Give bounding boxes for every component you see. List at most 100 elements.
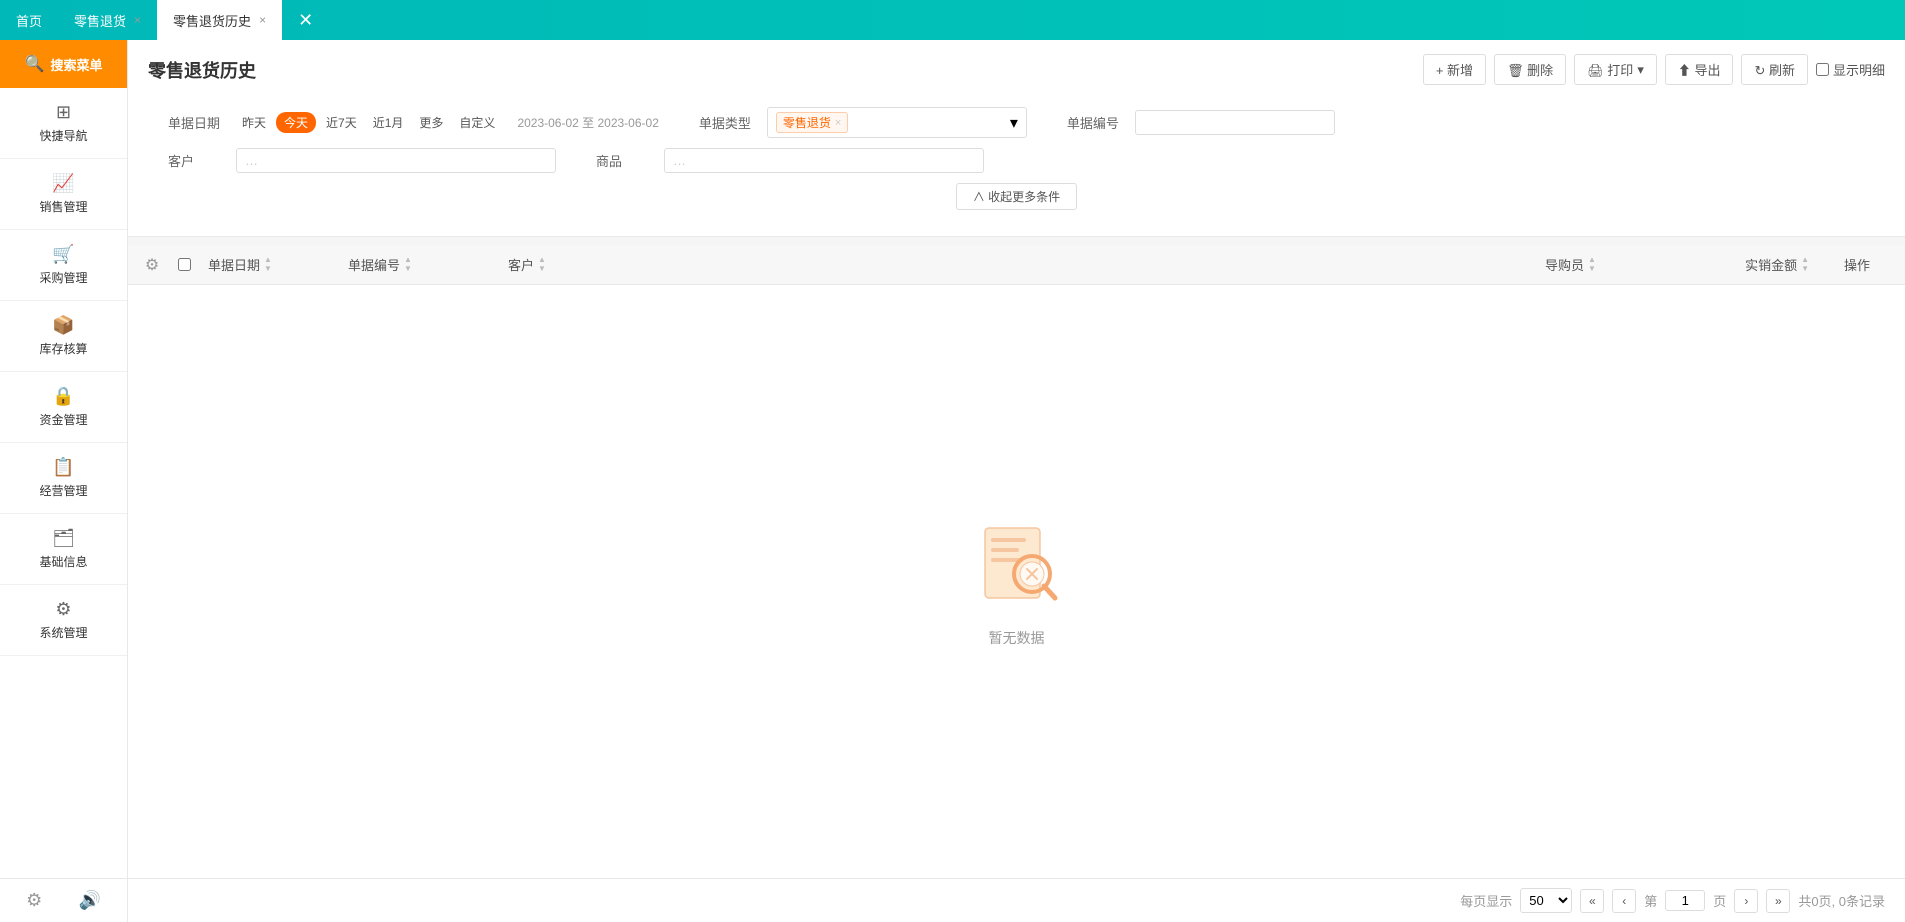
empty-illustration xyxy=(967,516,1067,616)
th-customer[interactable]: 客户 ▲ ▼ xyxy=(500,255,1537,274)
customer-filter-label: 客户 xyxy=(168,151,228,170)
th-date[interactable]: 单据日期 ▲ ▼ xyxy=(200,255,340,274)
date-btn-yesterday[interactable]: 昨天 xyxy=(236,112,272,133)
tab-retail-return[interactable]: 零售退货 × xyxy=(58,0,157,40)
main-layout: 🔍 搜索菜单 ⊞ 快捷导航 📈 销售管理 🛒 采购管理 📦 库存核算 🔒 xyxy=(0,40,1905,922)
type-filter-tags: 零售退货 × xyxy=(776,112,848,133)
delete-button[interactable]: 🗑 删除 xyxy=(1494,54,1566,85)
tab-retail-return-history-close[interactable]: × xyxy=(259,14,266,26)
th-op-label: 操作 xyxy=(1844,255,1870,274)
finance-icon: 🔒 xyxy=(52,386,74,407)
sidebar-item-finance[interactable]: 🔒 资金管理 xyxy=(0,372,127,443)
amount-sort-desc-icon: ▼ xyxy=(1801,265,1809,273)
first-page-button[interactable]: « xyxy=(1580,889,1604,913)
volume-bottom-icon[interactable]: 🔊 xyxy=(78,890,100,911)
last-page-icon: » xyxy=(1775,894,1782,908)
page-number-input[interactable] xyxy=(1665,890,1705,911)
tab-home-label: 首页 xyxy=(16,11,42,30)
print-button[interactable]: 🖨 打印 ▾ xyxy=(1574,54,1657,85)
date-filter-label: 单据日期 xyxy=(168,113,228,132)
settings-bottom-icon[interactable]: ⚙ xyxy=(26,890,42,911)
content-area: 零售退货历史 + 新增 🗑 删除 🖨 打印 ▾ ⬆ 导出 ↻ 刷新 显示明细 xyxy=(128,40,1905,922)
export-label: ⬆ 导出 xyxy=(1678,60,1721,79)
pagination-bar: 每页显示 10 20 50 100 « ‹ 第 页 › » 共0页, 0条记录 xyxy=(128,878,1905,922)
th-customer-label: 客户 xyxy=(508,255,534,274)
th-number[interactable]: 单据编号 ▲ ▼ xyxy=(340,255,500,274)
sidebar-item-purchase-mgmt[interactable]: 🛒 采购管理 xyxy=(0,230,127,301)
number-filter-label: 单据编号 xyxy=(1067,113,1127,132)
sidebar-search-button[interactable]: 🔍 搜索菜单 xyxy=(0,40,127,88)
prev-page-button[interactable]: ‹ xyxy=(1612,889,1636,913)
filter-area: 单据日期 昨天 今天 近7天 近1月 更多 自定义 2023-06-02 至 2… xyxy=(148,97,1885,236)
sidebar-item-basic-info[interactable]: 🗂 基础信息 xyxy=(0,514,127,585)
page-title-row: 零售退货历史 + 新增 🗑 删除 🖨 打印 ▾ ⬆ 导出 ↻ 刷新 显示明细 xyxy=(148,54,1885,85)
last-page-button[interactable]: » xyxy=(1766,889,1790,913)
goods-placeholder: … xyxy=(673,153,686,168)
tab-bar: 首页 零售退货 × 零售退货历史 × ✕ xyxy=(0,0,1905,40)
customer-filter-input[interactable]: … xyxy=(236,148,556,173)
type-tag-label: 零售退货 xyxy=(783,114,831,131)
type-tag-retail-return: 零售退货 × xyxy=(776,112,848,133)
th-amount[interactable]: 实销金额 ▲ ▼ xyxy=(1697,255,1817,274)
sidebar: 🔍 搜索菜单 ⊞ 快捷导航 📈 销售管理 🛒 采购管理 📦 库存核算 🔒 xyxy=(0,40,128,922)
print-label: 🖨 打印 xyxy=(1587,60,1633,79)
date-btn-more[interactable]: 更多 xyxy=(413,112,449,133)
sidebar-search-label: 搜索菜单 xyxy=(50,55,102,74)
export-button[interactable]: ⬆ 导出 xyxy=(1665,54,1734,85)
goods-filter-input[interactable]: … xyxy=(664,148,984,173)
sidebar-item-quick-nav[interactable]: ⊞ 快捷导航 xyxy=(0,88,127,159)
table-settings-icon[interactable]: ⚙ xyxy=(136,255,168,275)
next-page-icon: › xyxy=(1744,894,1748,908)
table-container: ⚙ 单据日期 ▲ ▼ 单据编号 ▲ ▼ xyxy=(128,245,1905,878)
sidebar-item-inventory[interactable]: 📦 库存核算 xyxy=(0,301,127,372)
empty-text: 暂无数据 xyxy=(989,628,1045,648)
sales-icon: 📈 xyxy=(52,173,74,194)
tab-retail-return-history[interactable]: 零售退货历史 × xyxy=(157,0,282,40)
date-btn-1month[interactable]: 近1月 xyxy=(367,112,410,133)
sidebar-item-sales-mgmt[interactable]: 📈 销售管理 xyxy=(0,159,127,230)
date-btn-today[interactable]: 今天 xyxy=(276,112,316,133)
business-icon: 📋 xyxy=(52,457,74,478)
close-all-tabs[interactable]: ✕ xyxy=(282,10,329,31)
type-tag-close[interactable]: × xyxy=(835,117,841,129)
show-details-checkbox-input[interactable] xyxy=(1816,63,1829,76)
select-all-checkbox[interactable] xyxy=(178,258,191,271)
amount-sort-icons: ▲ ▼ xyxy=(1801,256,1809,273)
next-page-button[interactable]: › xyxy=(1734,889,1758,913)
th-op: 操作 xyxy=(1817,255,1897,274)
sidebar-item-basic-info-label: 基础信息 xyxy=(39,553,87,570)
number-filter-input[interactable] xyxy=(1135,110,1335,135)
type-filter-label: 单据类型 xyxy=(699,113,759,132)
table-select-all[interactable] xyxy=(168,258,200,271)
guide-sort-asc-icon: ▲ xyxy=(1588,256,1596,264)
sidebar-item-inventory-label: 库存核算 xyxy=(39,340,87,357)
page-actions: + 新增 🗑 删除 🖨 打印 ▾ ⬆ 导出 ↻ 刷新 显示明细 xyxy=(1423,54,1885,85)
sidebar-item-finance-label: 资金管理 xyxy=(39,411,87,428)
page-header: 零售退货历史 + 新增 🗑 删除 🖨 打印 ▾ ⬆ 导出 ↻ 刷新 显示明细 xyxy=(128,40,1905,237)
date-sort-desc-icon: ▼ xyxy=(264,265,272,273)
quick-nav-icon: ⊞ xyxy=(56,102,71,123)
print-chevron-icon: ▾ xyxy=(1637,62,1644,78)
per-page-select[interactable]: 10 20 50 100 xyxy=(1520,888,1572,913)
date-range-text: 2023-06-02 至 2023-06-02 xyxy=(517,114,658,131)
customer-placeholder: … xyxy=(245,153,258,168)
guide-sort-desc-icon: ▼ xyxy=(1588,265,1596,273)
th-guide[interactable]: 导购员 ▲ ▼ xyxy=(1537,255,1697,274)
refresh-button[interactable]: ↻ 刷新 xyxy=(1741,54,1808,85)
per-page-label: 每页显示 xyxy=(1460,891,1512,910)
tab-home[interactable]: 首页 xyxy=(0,0,58,40)
inventory-icon: 📦 xyxy=(52,315,74,336)
date-btn-7days[interactable]: 近7天 xyxy=(320,112,363,133)
table-header: ⚙ 单据日期 ▲ ▼ 单据编号 ▲ ▼ xyxy=(128,245,1905,285)
number-sort-asc-icon: ▲ xyxy=(404,256,412,264)
date-btn-custom[interactable]: 自定义 xyxy=(453,112,501,133)
th-amount-label: 实销金额 xyxy=(1745,255,1797,274)
new-button[interactable]: + 新增 xyxy=(1423,54,1486,85)
type-filter-select[interactable]: 零售退货 × ▾ xyxy=(767,107,1027,138)
sidebar-item-business[interactable]: 📋 经营管理 xyxy=(0,443,127,514)
amount-sort-asc-icon: ▲ xyxy=(1801,256,1809,264)
page-title: 零售退货历史 xyxy=(148,57,256,83)
collapse-button[interactable]: ∧ 收起更多条件 xyxy=(956,183,1077,210)
tab-retail-return-close[interactable]: × xyxy=(134,14,141,26)
sidebar-item-sys-mgmt[interactable]: ⚙ 系统管理 xyxy=(0,585,127,656)
